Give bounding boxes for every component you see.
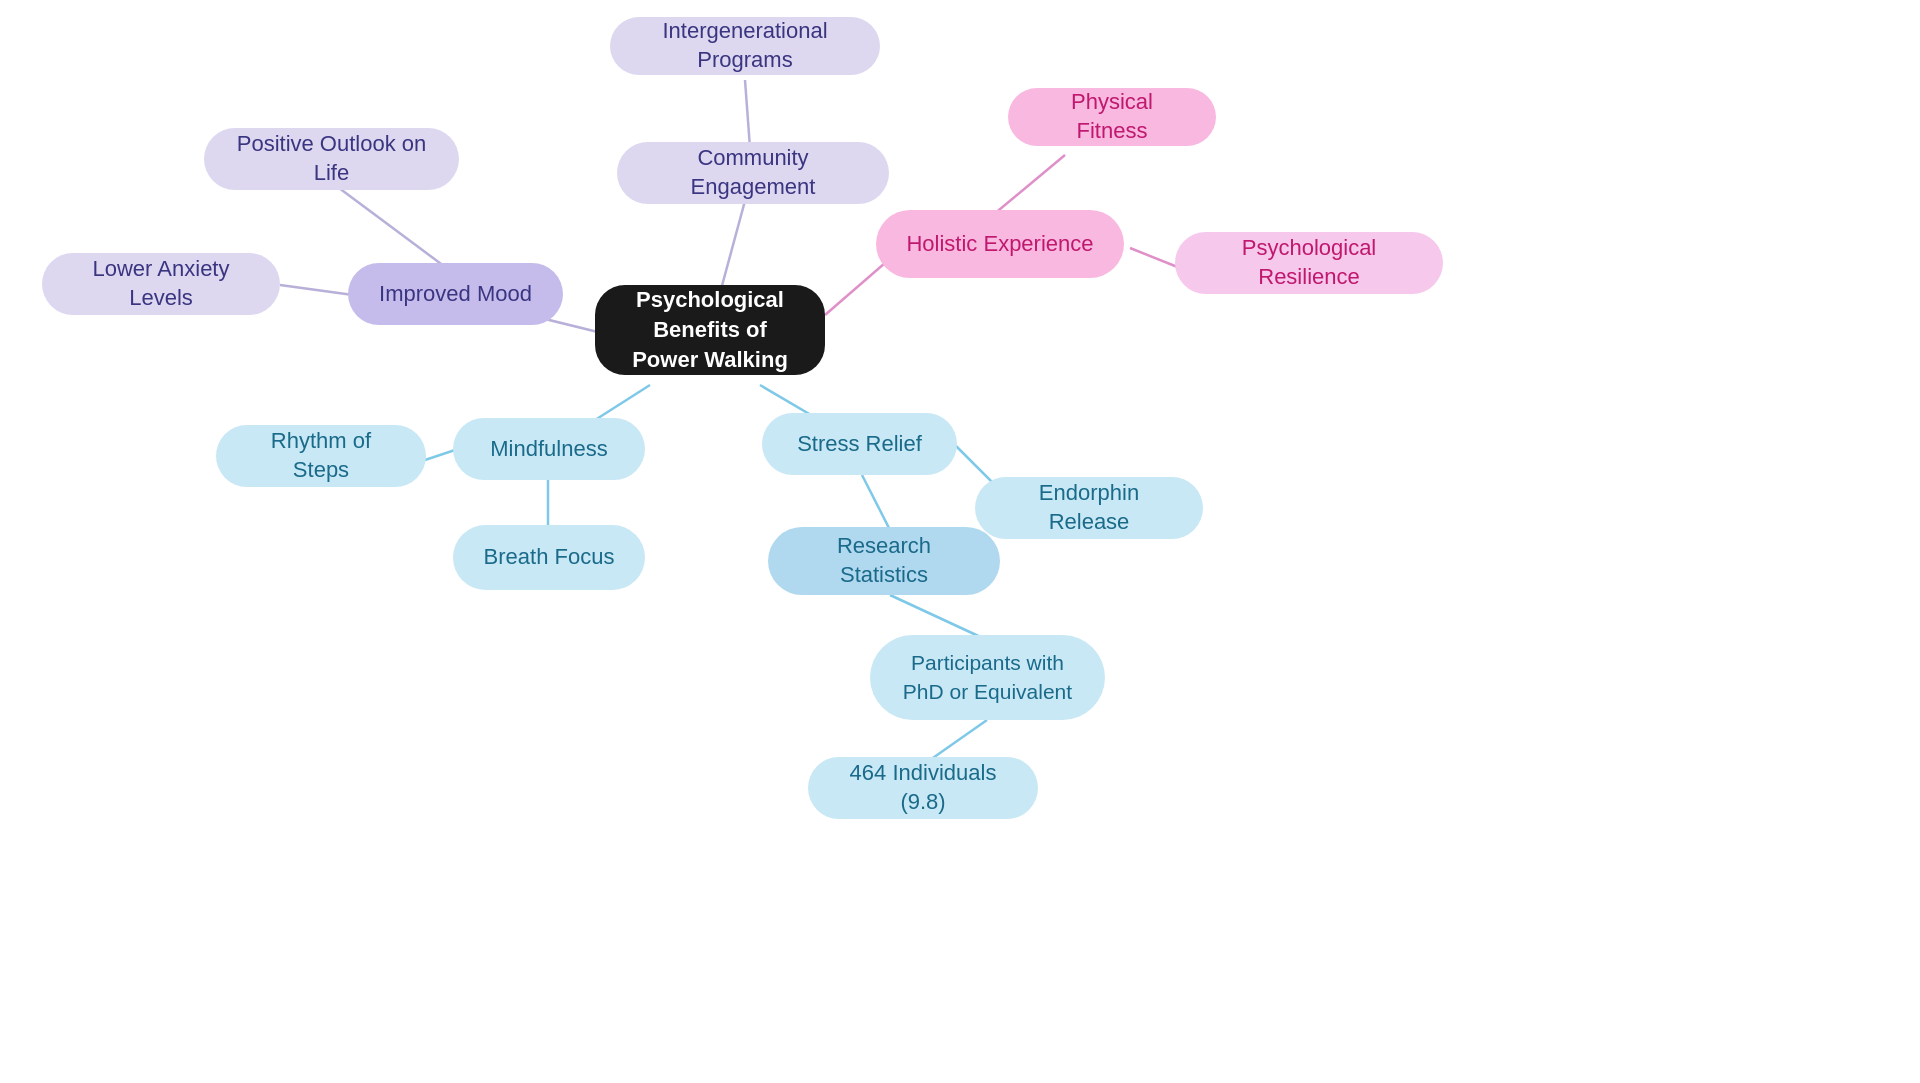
svg-line-14: [890, 595, 987, 640]
research-statistics-label: Research Statistics: [796, 532, 972, 589]
mindfulness-label: Mindfulness: [490, 435, 607, 464]
center-label: Psychological Benefits of Power Walking: [623, 285, 797, 374]
participants-phd-label: Participants with PhD or Equivalent: [898, 649, 1077, 706]
stress-relief-label: Stress Relief: [797, 430, 922, 459]
endorphin-release-node: Endorphin Release: [975, 477, 1203, 539]
intergenerational-node: Intergenerational Programs: [610, 17, 880, 75]
psychological-resilience-node: Psychological Resilience: [1175, 232, 1443, 294]
svg-line-15: [930, 720, 987, 760]
holistic-experience-node: Holistic Experience: [876, 210, 1124, 278]
stress-relief-node: Stress Relief: [762, 413, 957, 475]
participants-phd-node: Participants with PhD or Equivalent: [870, 635, 1105, 720]
intergenerational-label: Intergenerational Programs: [638, 17, 852, 74]
svg-line-13: [862, 475, 890, 530]
rhythm-steps-label: Rhythm of Steps: [244, 427, 398, 484]
holistic-label: Holistic Experience: [906, 230, 1093, 259]
physical-fitness-label: Physical Fitness: [1036, 88, 1188, 145]
individuals-label: 464 Individuals (9.8): [836, 759, 1010, 816]
lower-anxiety-node: Lower Anxiety Levels: [42, 253, 280, 315]
mindfulness-node: Mindfulness: [453, 418, 645, 480]
lower-anxiety-label: Lower Anxiety Levels: [70, 255, 252, 312]
svg-line-7: [1130, 248, 1180, 268]
improved-mood-node: Improved Mood: [348, 263, 563, 325]
community-label: Community Engagement: [645, 144, 861, 201]
physical-fitness-node: Physical Fitness: [1008, 88, 1216, 146]
individuals-node: 464 Individuals (9.8): [808, 757, 1038, 819]
improved-mood-label: Improved Mood: [379, 280, 532, 309]
svg-line-9: [425, 450, 455, 460]
breath-focus-label: Breath Focus: [484, 543, 615, 572]
positive-outlook-label: Positive Outlook on Life: [232, 130, 431, 187]
psychological-resilience-label: Psychological Resilience: [1203, 234, 1415, 291]
positive-outlook-node: Positive Outlook on Life: [204, 128, 459, 190]
breath-focus-node: Breath Focus: [453, 525, 645, 590]
community-engagement-node: Community Engagement: [617, 142, 889, 204]
research-statistics-node: Research Statistics: [768, 527, 1000, 595]
rhythm-steps-node: Rhythm of Steps: [216, 425, 426, 487]
center-node: Psychological Benefits of Power Walking: [595, 285, 825, 375]
endorphin-release-label: Endorphin Release: [1003, 479, 1175, 536]
